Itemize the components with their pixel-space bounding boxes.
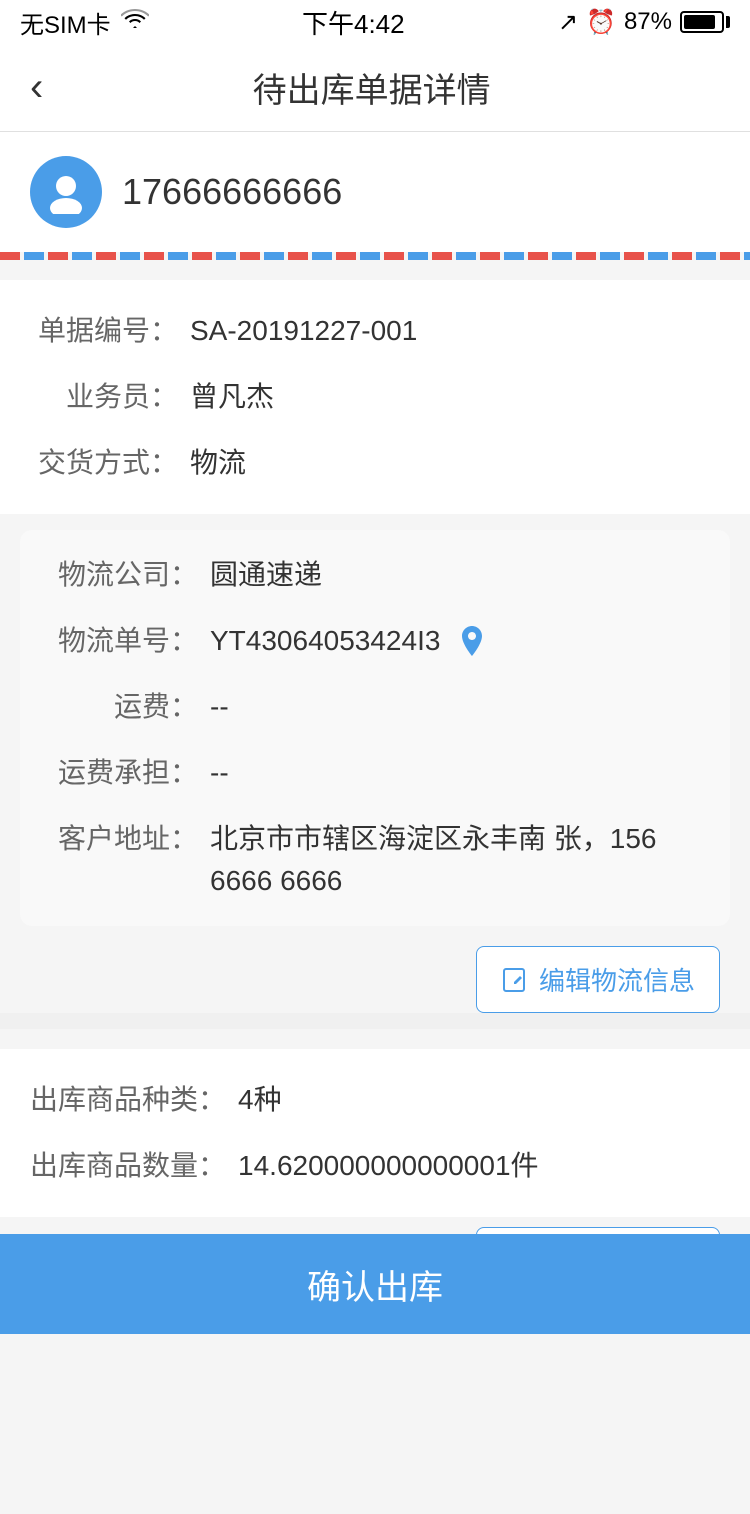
order-number-value: SA-20191227-001 [190,310,720,352]
edit-logistics-row: 编辑物流信息 [0,946,750,1013]
product-types-value: 4种 [238,1079,720,1121]
dashed-divider [0,252,750,260]
freight-bearer-value: -- [210,752,700,794]
freight-value: -- [210,686,700,728]
freight-bearer-label: 运费承担： [50,752,210,794]
page-title: 待出库单据详情 [63,63,680,112]
customer-phone: 17666666666 [122,171,342,213]
tracking-number-row: 物流单号： YT43064053424I3 [50,620,700,662]
status-right: ↗ ⏰ 87% [558,8,730,37]
product-quantity-value: 14.620000000000001件 [238,1145,720,1187]
customer-address-row: 客户地址： 北京市市辖区海淀区永丰南 张，156 6666 6666 [50,818,700,902]
logistics-company-row: 物流公司： 圆通速递 [50,554,700,596]
status-time: 下午4:42 [302,4,405,41]
product-quantity-row: 出库商品数量： 14.620000000000001件 [30,1145,720,1187]
order-number-label: 单据编号： [30,310,190,352]
freight-label: 运费： [50,686,210,728]
tracking-link: YT43064053424I3 [210,620,492,662]
carrier-label: 无SIM卡 [20,5,111,40]
product-types-label: 出库商品种类： [30,1079,238,1121]
edit-logistics-label: 编辑物流信息 [539,961,695,998]
wifi-icon [121,8,149,37]
edit-icon [501,966,529,994]
section-divider [0,1013,750,1029]
battery-indicator [680,11,730,33]
freight-bearer-row: 运费承担： -- [50,752,700,794]
alarm-icon: ⏰ [586,8,616,37]
order-number-row: 单据编号： SA-20191227-001 [30,310,720,352]
map-pin-icon[interactable] [452,621,492,661]
delivery-method-row: 交货方式： 物流 [30,442,720,484]
customer-address-value: 北京市市辖区海淀区永丰南 张，156 6666 6666 [210,818,700,902]
customer-address-label: 客户地址： [50,818,210,860]
sales-person-value: 曾凡杰 [190,376,720,418]
edit-logistics-button[interactable]: 编辑物流信息 [476,946,720,1013]
tracking-number-value: YT43064053424I3 [210,620,440,662]
logistics-company-value: 圆通速递 [210,554,700,596]
logistics-company-label: 物流公司： [50,554,210,596]
confirm-outbound-button[interactable]: 确认出库 [0,1234,750,1334]
back-button[interactable]: ‹ [30,65,43,110]
status-left: 无SIM卡 [20,5,149,40]
freight-row: 运费： -- [50,686,700,728]
tracking-number-label: 物流单号： [50,620,210,662]
bottom-spacer [0,1314,750,1514]
basic-info-section: 单据编号： SA-20191227-001 业务员： 曾凡杰 交货方式： 物流 [0,280,750,514]
product-quantity-label: 出库商品数量： [30,1145,238,1187]
nav-bar: ‹ 待出库单据详情 [0,44,750,132]
status-bar: 无SIM卡 下午4:42 ↗ ⏰ 87% [0,0,750,44]
confirm-outbound-label: 确认出库 [307,1260,443,1309]
location-status-icon: ↗ [558,8,578,37]
avatar [30,156,102,228]
product-types-row: 出库商品种类： 4种 [30,1079,720,1121]
sales-person-label: 业务员： [30,376,190,418]
outbound-info-section: 出库商品种类： 4种 出库商品数量： 14.620000000000001件 [0,1049,750,1217]
delivery-method-value: 物流 [190,442,720,484]
battery-percent: 87% [624,8,672,36]
delivery-method-label: 交货方式： [30,442,190,484]
sales-person-row: 业务员： 曾凡杰 [30,376,720,418]
logistics-section: 物流公司： 圆通速递 物流单号： YT43064053424I3 运费： -- … [20,530,730,926]
customer-header: 17666666666 [0,132,750,252]
